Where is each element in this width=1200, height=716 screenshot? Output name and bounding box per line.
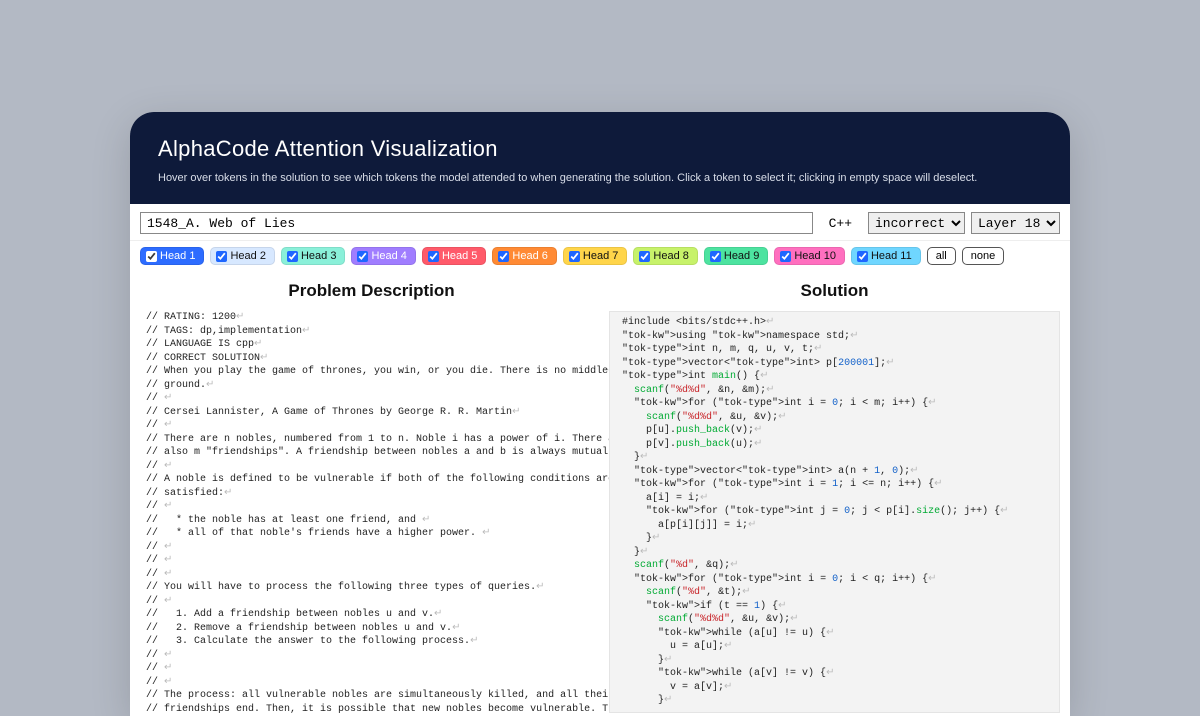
head-checkbox-2[interactable]: [216, 251, 227, 262]
head-checkbox-10[interactable]: [780, 251, 791, 262]
app-window: AlphaCode Attention Visualization Hover …: [130, 112, 1070, 716]
head-checkbox-11[interactable]: [857, 251, 868, 262]
language-label: C++: [819, 216, 862, 231]
page-title: AlphaCode Attention Visualization: [158, 136, 1042, 162]
head-toggle-5[interactable]: Head 5: [422, 247, 486, 265]
head-checkbox-3[interactable]: [287, 251, 298, 262]
head-toggle-3[interactable]: Head 3: [281, 247, 345, 265]
head-toggle-6[interactable]: Head 6: [492, 247, 556, 265]
problem-select-input[interactable]: [140, 212, 813, 234]
head-toggle-4[interactable]: Head 4: [351, 247, 415, 265]
head-label: Head 11: [871, 250, 912, 262]
layer-select[interactable]: Layer 18: [971, 212, 1060, 234]
head-label: Head 3: [301, 250, 336, 262]
head-toggle-8[interactable]: Head 8: [633, 247, 697, 265]
head-label: Head 5: [442, 250, 477, 262]
heads-row: Head 1 Head 2 Head 3 Head 4 Head 5 Head 6 Head…: [130, 241, 1070, 275]
head-toggle-2[interactable]: Head 2: [210, 247, 274, 265]
all-button[interactable]: all: [927, 247, 956, 265]
head-label: Head 7: [583, 250, 618, 262]
head-label: Head 9: [724, 250, 759, 262]
head-checkbox-8[interactable]: [639, 251, 650, 262]
head-checkbox-1[interactable]: [146, 251, 157, 262]
head-checkbox-6[interactable]: [498, 251, 509, 262]
head-toggle-11[interactable]: Head 11: [851, 247, 921, 265]
head-label: Head 8: [653, 250, 688, 262]
problem-heading: Problem Description: [140, 275, 603, 311]
panels: Problem Description // RATING: 1200↵ // …: [130, 275, 1070, 716]
controls-row: C++ incorrect Layer 18: [130, 204, 1070, 241]
none-button[interactable]: none: [962, 247, 1004, 265]
head-label: Head 4: [371, 250, 406, 262]
solution-panel: Solution #include <bits/stdc++.h>↵ "tok-…: [603, 275, 1066, 716]
head-toggle-1[interactable]: Head 1: [140, 247, 204, 265]
verdict-select[interactable]: incorrect: [868, 212, 965, 234]
header: AlphaCode Attention Visualization Hover …: [130, 112, 1070, 204]
solution-heading: Solution: [603, 275, 1066, 311]
head-checkbox-7[interactable]: [569, 251, 580, 262]
head-checkbox-4[interactable]: [357, 251, 368, 262]
page-subtitle: Hover over tokens in the solution to see…: [158, 172, 1042, 184]
head-label: Head 2: [230, 250, 265, 262]
head-label: Head 1: [160, 250, 195, 262]
head-label: Head 6: [512, 250, 547, 262]
problem-panel: Problem Description // RATING: 1200↵ // …: [140, 275, 603, 716]
head-label: Head 10: [794, 250, 836, 262]
head-toggle-9[interactable]: Head 9: [704, 247, 768, 265]
head-checkbox-5[interactable]: [428, 251, 439, 262]
problem-description-text[interactable]: // RATING: 1200↵ // TAGS: dp,implementat…: [140, 311, 603, 716]
head-toggle-7[interactable]: Head 7: [563, 247, 627, 265]
solution-code-text[interactable]: #include <bits/stdc++.h>↵ "tok-kw">using…: [616, 316, 1053, 708]
head-checkbox-9[interactable]: [710, 251, 721, 262]
head-toggle-10[interactable]: Head 10: [774, 247, 845, 265]
